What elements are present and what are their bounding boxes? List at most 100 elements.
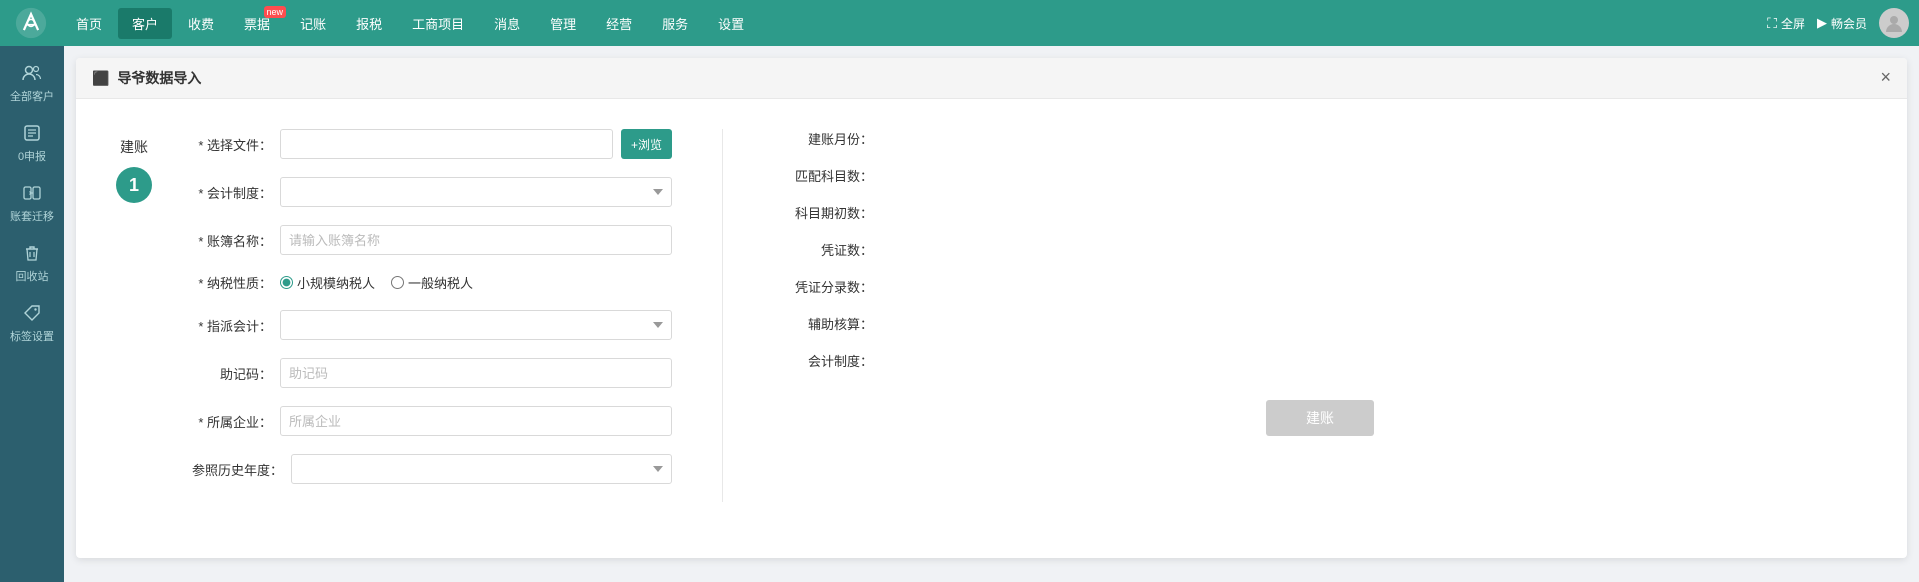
trash-icon [21,242,43,264]
tax-small-radio[interactable] [280,276,293,289]
tax-general-radio[interactable] [391,276,404,289]
auxiliary-label: 辅助核算： [773,314,873,333]
top-nav: 首页 客户 收费 票据 new 记账 报税 工商项目 消息 管理 经营 服务 设… [0,0,1919,46]
nav-item-messages[interactable]: 消息 [480,8,534,39]
nav-item-services[interactable]: 服务 [648,8,702,39]
fullscreen-icon: ⛶ [1767,15,1777,32]
file-label: * 选择文件： [192,135,272,154]
sidebar-item-migrate[interactable]: 账套迁移 [0,174,64,232]
fullscreen-btn[interactable]: ⛶ 全屏 [1767,15,1805,32]
sidebar: 全部客户 0申报 账套迁移 [0,46,64,582]
step-section: 建账 1 [116,129,152,502]
auxiliary-row: 辅助核算： [773,314,1867,333]
match-subjects-label: 匹配科目数： [773,166,873,185]
logo [10,2,52,44]
nav-item-fees[interactable]: 收费 [174,8,228,39]
migrate-icon [21,182,43,204]
voucher-count-label: 凭证数： [773,240,873,259]
memo-row: 助记码： [192,358,672,388]
form-divider [722,129,723,502]
history-year-label: 参照历史年度： [192,460,283,479]
dialog-title: 导爷数据导入 [117,68,201,88]
right-accounting-system-label: 会计制度： [773,351,873,370]
layout: 全部客户 0申报 账套迁移 [0,46,1919,582]
close-button[interactable]: × [1880,68,1891,86]
avatar[interactable] [1879,8,1909,38]
accounting-system-row: * 会计制度： [192,177,672,207]
voucher-records-label: 凭证分录数： [773,277,873,296]
right-accounting-system-row: 会计制度： [773,351,1867,370]
tax-nature-row: * 纳税性质： 小规模纳税人 一般纳税人 [192,273,672,292]
nav-item-business[interactable]: 工商项目 [398,8,478,39]
nav-right: ⛶ 全屏 ▶ 畅会员 [1767,8,1909,38]
accountant-row: * 指派会计： [192,310,672,340]
sidebar-label-migrate: 账套迁移 [10,208,54,224]
sidebar-item-trash[interactable]: 回收站 [0,234,64,292]
report-icon [21,122,43,144]
voucher-count-row: 凭证数： [773,240,1867,259]
sidebar-label-all-clients: 全部客户 [10,88,54,104]
tax-small-option[interactable]: 小规模纳税人 [280,273,375,292]
tax-radio-group: 小规模纳税人 一般纳税人 [280,273,473,292]
tax-nature-label: * 纳税性质： [192,273,272,292]
nav-item-settings[interactable]: 设置 [704,8,758,39]
users-icon [21,62,43,84]
nav-item-tax[interactable]: 报税 [342,8,396,39]
step-circle: 1 [116,167,152,203]
company-row: * 所属企业： [192,406,672,436]
accountant-select[interactable] [280,310,672,340]
dialog-panel: ⬛ 导爷数据导入 × 建账 1 * 选择文件： [76,58,1907,558]
sidebar-label-report: 0申报 [18,148,46,164]
dialog-header: ⬛ 导爷数据导入 × [76,58,1907,99]
build-month-row: 建账月份： [773,129,1867,148]
subject-initial-label: 科目期初数： [773,203,873,222]
sidebar-item-tags[interactable]: 标签设置 [0,294,64,352]
nav-item-manage[interactable]: 管理 [536,8,590,39]
file-input-area: +浏览 [280,129,672,159]
sidebar-item-all-clients[interactable]: 全部客户 [0,54,64,112]
ledger-name-row: * 账簿名称： [192,225,672,255]
nav-item-bookkeeping[interactable]: 记账 [286,8,340,39]
nav-item-clients[interactable]: 客户 [118,8,172,39]
ledger-name-input[interactable] [280,225,672,255]
memo-label: 助记码： [192,364,272,383]
build-btn-wrap: 建账 [773,400,1867,436]
main-content: ⬛ 导爷数据导入 × 建账 1 * 选择文件： [64,46,1919,582]
history-year-row: 参照历史年度： [192,454,672,484]
nav-items: 首页 客户 收费 票据 new 记账 报税 工商项目 消息 管理 经营 服务 设… [62,8,1767,39]
nav-item-operations[interactable]: 经营 [592,8,646,39]
company-label: * 所属企业： [192,412,272,431]
step-label: 建账 [120,137,148,157]
form-container: 建账 1 * 选择文件： +浏览 [76,99,1907,532]
nav-item-home[interactable]: 首页 [62,8,116,39]
import-icon: ⬛ [92,70,109,87]
browse-button[interactable]: +浏览 [621,129,672,159]
member-btn[interactable]: ▶ 畅会员 [1817,15,1867,32]
sidebar-label-tags: 标签设置 [10,328,54,344]
build-account-button[interactable]: 建账 [1266,400,1374,436]
sidebar-label-trash: 回收站 [16,268,49,284]
voucher-records-row: 凭证分录数： [773,277,1867,296]
nav-item-bills[interactable]: 票据 new [230,8,284,39]
history-year-select[interactable] [291,454,672,484]
match-subjects-row: 匹配科目数： [773,166,1867,185]
subject-initial-row: 科目期初数： [773,203,1867,222]
ledger-name-label: * 账簿名称： [192,231,272,250]
sidebar-item-report[interactable]: 0申报 [0,114,64,172]
accountant-label: * 指派会计： [192,316,272,335]
company-input[interactable] [280,406,672,436]
file-input[interactable] [280,129,613,159]
tag-icon [21,302,43,324]
member-icon: ▶ [1817,15,1827,31]
form-left: * 选择文件： +浏览 * 会计制度： [192,129,672,502]
tax-general-option[interactable]: 一般纳税人 [391,273,473,292]
build-month-label: 建账月份： [773,129,873,148]
tax-small-label: 小规模纳税人 [297,273,375,292]
memo-input[interactable] [280,358,672,388]
tax-general-label: 一般纳税人 [408,273,473,292]
accounting-system-select[interactable] [280,177,672,207]
accounting-system-label: * 会计制度： [192,183,272,202]
file-row: * 选择文件： +浏览 [192,129,672,159]
form-right: 建账月份： 匹配科目数： 科目期初数： 凭证数： [773,129,1867,502]
new-badge: new [264,6,287,18]
